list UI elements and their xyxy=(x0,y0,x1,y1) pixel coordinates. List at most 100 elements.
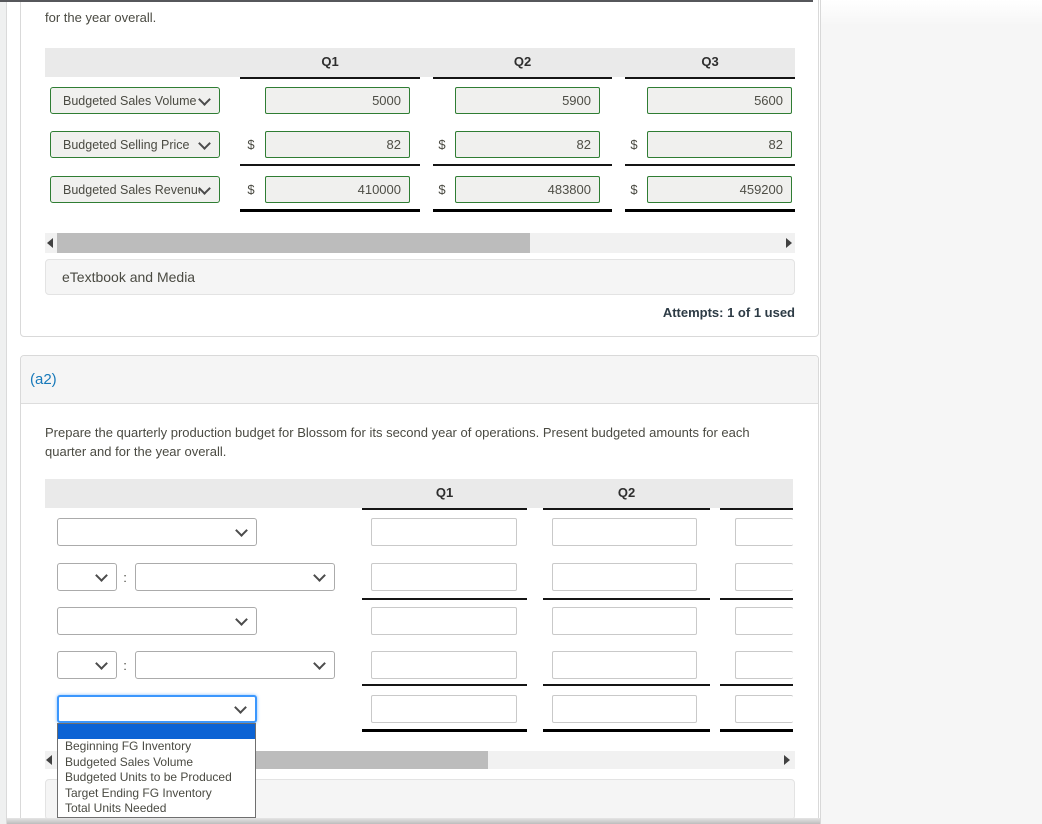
t2-row3-q1-input[interactable] xyxy=(371,607,517,635)
q2-sales-volume-input[interactable]: 5900 xyxy=(455,87,600,114)
t2-row2-colon: : xyxy=(123,569,127,585)
right-panel xyxy=(820,0,1042,824)
row3-label: Budgeted Sales Revenue xyxy=(63,182,200,197)
chevron-down-icon xyxy=(313,569,326,582)
rule-line xyxy=(240,77,420,79)
attempts-text: Attempts: 1 of 1 used xyxy=(662,305,795,320)
t2-row5-label-select-focused[interactable] xyxy=(57,695,257,723)
top-toolbar-edge xyxy=(0,0,813,2)
total-rule-line xyxy=(240,209,420,212)
q2-sales-revenue-input[interactable]: 483800 xyxy=(455,176,600,203)
chevron-down-icon xyxy=(234,701,247,714)
row1-label-select[interactable]: Budgeted Sales Volume xyxy=(50,87,220,114)
t2-row2-prefix-select[interactable] xyxy=(57,563,117,591)
currency-symbol: $ xyxy=(438,182,446,197)
rule-line xyxy=(720,508,793,510)
total-rule-line xyxy=(625,209,795,212)
etextbook-media-bar[interactable]: eTextbook and Media xyxy=(45,259,795,295)
table2-column-header-q2: Q2 xyxy=(617,485,636,500)
right-panel-top-highlight xyxy=(821,0,1042,26)
t2-row5-q3-input[interactable] xyxy=(735,695,793,723)
section-a2-header[interactable] xyxy=(21,356,818,404)
q1-sales-volume-input[interactable]: 5000 xyxy=(265,87,410,114)
t2-row2-q1-input[interactable] xyxy=(371,563,517,591)
chevron-down-icon xyxy=(313,657,326,670)
etextbook-label: eTextbook and Media xyxy=(62,269,196,285)
t2-row2-label-select[interactable] xyxy=(135,563,335,591)
q2-selling-price-input[interactable]: 82 xyxy=(455,131,600,158)
t2-row1-q2-input[interactable] xyxy=(552,518,697,546)
t2-row4-colon: : xyxy=(123,657,127,673)
scroll-left-icon[interactable] xyxy=(46,755,52,765)
rule-line xyxy=(433,77,612,79)
rule-line xyxy=(625,77,795,79)
chevron-down-icon xyxy=(198,136,211,150)
scroll-right-icon[interactable] xyxy=(784,755,790,765)
scroll-left-icon[interactable] xyxy=(47,238,53,248)
q3-sales-revenue-input[interactable]: 459200 xyxy=(647,176,792,203)
dropdown-option[interactable]: Budgeted Sales Volume xyxy=(58,755,255,771)
row1-label: Budgeted Sales Volume xyxy=(63,93,197,108)
chevron-down-icon xyxy=(198,181,211,195)
left-panel-strip[interactable] xyxy=(0,0,7,824)
t2-row4-q1-input[interactable] xyxy=(371,651,517,679)
t2-row4-q2-input[interactable] xyxy=(552,651,697,679)
rule-line xyxy=(362,684,527,686)
currency-symbol: $ xyxy=(438,137,446,152)
rule-line xyxy=(720,684,793,686)
t2-row1-q1-input[interactable] xyxy=(371,518,517,546)
row3-label-select[interactable]: Budgeted Sales Revenue xyxy=(50,176,220,203)
currency-symbol: $ xyxy=(630,137,638,152)
total-rule-line xyxy=(720,729,793,732)
table2-column-header-q1: Q1 xyxy=(435,485,454,500)
total-rule-line xyxy=(433,209,612,212)
t2-row3-label-select[interactable] xyxy=(57,607,257,635)
q1-selling-price-input[interactable]: 82 xyxy=(265,131,410,158)
t2-row1-q3-input[interactable] xyxy=(735,518,793,546)
currency-symbol: $ xyxy=(247,137,255,152)
t2-row1-label-select[interactable] xyxy=(57,518,257,546)
row2-label-select[interactable]: Budgeted Selling Price xyxy=(50,131,220,158)
t2-row3-q3-input[interactable] xyxy=(735,607,793,635)
t2-row4-prefix-select[interactable] xyxy=(57,651,117,679)
dropdown-option[interactable]: Total Units Needed xyxy=(58,801,255,817)
dropdown-option-blank-highlighted[interactable] xyxy=(58,724,255,739)
table1-column-header-q3: Q3 xyxy=(701,54,719,69)
t2-row5-q2-input[interactable] xyxy=(552,695,697,723)
chevron-down-icon xyxy=(95,569,108,582)
t2-row2-q3-input[interactable] xyxy=(735,563,793,591)
rule-line xyxy=(240,164,420,166)
t2-row4-q3-input[interactable] xyxy=(735,651,793,679)
rule-line xyxy=(362,508,527,510)
rule-line xyxy=(720,598,793,600)
dropdown-option[interactable]: Beginning FG Inventory xyxy=(58,739,255,755)
t2-row5-q1-input[interactable] xyxy=(371,695,517,723)
q3-selling-price-input[interactable]: 82 xyxy=(647,131,792,158)
currency-symbol: $ xyxy=(630,182,638,197)
scroll-right-icon[interactable] xyxy=(786,238,792,248)
total-rule-line xyxy=(543,729,710,732)
rule-line xyxy=(362,598,527,600)
q3-sales-volume-input[interactable]: 5600 xyxy=(647,87,792,114)
prompt-text: Prepare the quarterly production budget … xyxy=(45,425,750,459)
t2-row4-label-select[interactable] xyxy=(135,651,335,679)
q1-sales-revenue-input[interactable]: 410000 xyxy=(265,176,410,203)
chevron-down-icon xyxy=(198,92,211,106)
chevron-down-icon xyxy=(235,613,248,626)
row2-label: Budgeted Selling Price xyxy=(63,137,190,152)
rule-line xyxy=(543,684,710,686)
wileyplus-question-page: for the year overall. Q1 Q2 Q3 Budgeted … xyxy=(0,0,1042,824)
rule-line xyxy=(433,164,612,166)
table1-column-header-q1: Q1 xyxy=(321,54,339,69)
scrollbar-thumb[interactable] xyxy=(57,233,530,253)
rule-line xyxy=(625,164,795,166)
dropdown-option[interactable]: Target Ending FG Inventory xyxy=(58,786,255,802)
currency-symbol: $ xyxy=(247,182,255,197)
rule-line xyxy=(543,508,710,510)
select-dropdown-list: Beginning FG Inventory Budgeted Sales Vo… xyxy=(57,723,256,818)
chevron-down-icon xyxy=(95,657,108,670)
outer-horizontal-scrollbar[interactable] xyxy=(7,818,820,824)
t2-row3-q2-input[interactable] xyxy=(552,607,697,635)
t2-row2-q2-input[interactable] xyxy=(552,563,697,591)
dropdown-option[interactable]: Budgeted Units to be Produced xyxy=(58,770,255,786)
